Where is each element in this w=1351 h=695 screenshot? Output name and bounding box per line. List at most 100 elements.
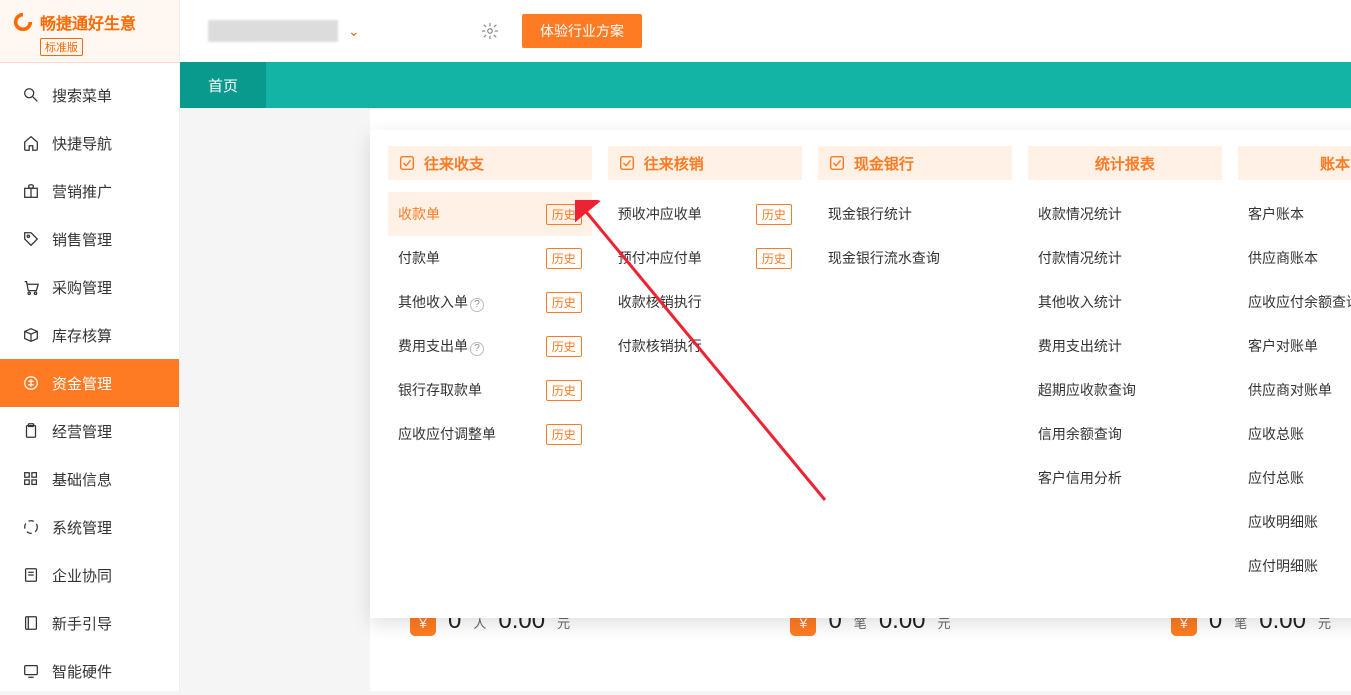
sidebar-item-9[interactable]: 系统管理 xyxy=(0,503,179,551)
menu-item-label: 供应商账本 xyxy=(1248,248,1318,268)
menu-item[interactable]: 客户信用分析 xyxy=(1028,456,1222,500)
menu-item[interactable]: 银行存取款单历史 xyxy=(388,368,592,412)
menu-item[interactable]: 其他收入单?历史 xyxy=(388,280,592,324)
sidebar-item-8[interactable]: 基础信息 xyxy=(0,455,179,503)
sidebar-item-label: 快捷导航 xyxy=(52,133,112,154)
book-icon xyxy=(22,614,40,632)
sidebar-item-7[interactable]: 经营管理 xyxy=(0,407,179,455)
menu-item[interactable]: 现金银行流水查询 xyxy=(818,236,1012,280)
menu-item[interactable]: 付款情况统计 xyxy=(1028,236,1222,280)
history-badge[interactable]: 历史 xyxy=(546,336,582,357)
sidebar-item-label: 基础信息 xyxy=(52,469,112,490)
menu-item-label: 客户信用分析 xyxy=(1038,468,1122,488)
sidebar-item-0[interactable]: 搜索菜单 xyxy=(0,71,179,119)
menu-item[interactable]: 其他收入统计 xyxy=(1028,280,1222,324)
menu-item-label: 现金银行统计 xyxy=(828,204,912,224)
tag-icon xyxy=(22,230,40,248)
box-icon xyxy=(22,326,40,344)
menu-item-label: 付款核销执行 xyxy=(618,336,702,356)
history-badge[interactable]: 历史 xyxy=(546,292,582,313)
history-badge[interactable]: 历史 xyxy=(546,204,582,225)
sidebar-item-12[interactable]: 智能硬件 xyxy=(0,647,179,695)
doc-icon xyxy=(22,566,40,584)
brand-logo-icon xyxy=(12,11,34,33)
sidebar-item-1[interactable]: 快捷导航 xyxy=(0,119,179,167)
history-badge[interactable]: 历史 xyxy=(546,248,582,269)
sidebar-item-6[interactable]: 资金管理 xyxy=(0,359,179,407)
history-badge[interactable]: 历史 xyxy=(756,248,792,269)
menu-item-label: 应收应付调整单 xyxy=(398,424,496,444)
menu-item[interactable]: 应收明细账 xyxy=(1238,500,1351,544)
grid-icon xyxy=(22,470,40,488)
chevron-down-icon: ⌄ xyxy=(348,23,360,40)
settings-button[interactable] xyxy=(476,17,504,45)
menu-item[interactable]: 现金银行统计 xyxy=(818,192,1012,236)
sidebar-item-label: 资金管理 xyxy=(52,373,112,394)
sidebar-item-4[interactable]: 采购管理 xyxy=(0,263,179,311)
column-title: 账本 xyxy=(1320,153,1350,174)
sidebar-item-3[interactable]: 销售管理 xyxy=(0,215,179,263)
history-badge[interactable]: 历史 xyxy=(546,424,582,445)
menu-item-label: 应收明细账 xyxy=(1248,512,1318,532)
menu-item-label: 付款单 xyxy=(398,248,440,268)
column-title: 现金银行 xyxy=(854,153,914,174)
sidebar-item-10[interactable]: 企业协同 xyxy=(0,551,179,599)
menu-item[interactable]: 信用余额查询 xyxy=(1028,412,1222,456)
column-head: 现金银行 xyxy=(818,146,1012,180)
menu-item-label: 现金银行流水查询 xyxy=(828,248,940,268)
menu-item-label: 信用余额查询 xyxy=(1038,424,1122,444)
industry-cta-button[interactable]: 体验行业方案 xyxy=(522,14,642,48)
sidebar-item-5[interactable]: 库存核算 xyxy=(0,311,179,359)
column-title: 往来核销 xyxy=(644,153,704,174)
sidebar-item-label: 销售管理 xyxy=(52,229,112,250)
sidebar-item-label: 经营管理 xyxy=(52,421,112,442)
clipboard-icon xyxy=(22,422,40,440)
menu-item-label: 应付明细账 xyxy=(1248,556,1318,576)
menu-item[interactable]: 客户账本 xyxy=(1238,192,1351,236)
sidebar-item-11[interactable]: 新手引导 xyxy=(0,599,179,647)
sidebar-item-label: 采购管理 xyxy=(52,277,112,298)
menu-item[interactable]: 收款单 历史 xyxy=(388,192,592,236)
sidebar-item-2[interactable]: 营销推广 xyxy=(0,167,179,215)
menu-item-label: 付款情况统计 xyxy=(1038,248,1122,268)
menu-item[interactable]: 付款核销执行 xyxy=(608,324,802,368)
menu-item[interactable]: 超期应收款查询 xyxy=(1028,368,1222,412)
menu-item-label: 应付总账 xyxy=(1248,468,1304,488)
finance-mega-menu: 往来收支收款单历史付款单历史其他收入单?历史费用支出单?历史银行存取款单历史应收… xyxy=(370,130,1351,618)
sidebar-item-label: 智能硬件 xyxy=(52,661,112,682)
column-head: 往来核销 xyxy=(608,146,802,180)
menu-item[interactable]: 应收应付余额查询 xyxy=(1238,280,1351,324)
menu-item[interactable]: 应收总账 xyxy=(1238,412,1351,456)
history-badge[interactable]: 历史 xyxy=(756,204,792,225)
tab-home[interactable]: 首页 xyxy=(180,62,266,108)
menu-item-label: 费用支出单? xyxy=(398,336,484,356)
mega-column-1: 往来核销预收冲应收单历史预付冲应付单历史收款核销执行付款核销执行 xyxy=(608,146,802,588)
column-icon xyxy=(828,154,846,172)
menu-item[interactable]: 客户对账单 xyxy=(1238,324,1351,368)
menu-item[interactable]: 预收冲应收单历史 xyxy=(608,192,802,236)
menu-item[interactable]: 收款情况统计 xyxy=(1028,192,1222,236)
history-badge[interactable]: 历史 xyxy=(546,380,582,401)
menu-item[interactable]: 供应商账本 xyxy=(1238,236,1351,280)
company-selector[interactable]: ⌄ xyxy=(198,14,458,48)
menu-item[interactable]: 收款核销执行 xyxy=(608,280,802,324)
column-head: 往来收支 xyxy=(388,146,592,180)
menu-item-label: 收款单 xyxy=(398,204,440,224)
menu-item-label: 超期应收款查询 xyxy=(1038,380,1136,400)
menu-item[interactable]: 费用支出单? 历史 xyxy=(388,324,592,368)
help-icon[interactable]: ? xyxy=(470,342,484,356)
menu-item[interactable]: 应付明细账 xyxy=(1238,544,1351,588)
tv-icon xyxy=(22,662,40,680)
menu-item[interactable]: 供应商对账单 xyxy=(1238,368,1351,412)
menu-item[interactable]: 付款单 历史 xyxy=(388,236,592,280)
menu-item[interactable]: 费用支出统计 xyxy=(1028,324,1222,368)
menu-item[interactable]: 应付总账 xyxy=(1238,456,1351,500)
help-icon[interactable]: ? xyxy=(470,298,484,312)
menu-item-label: 供应商对账单 xyxy=(1248,380,1332,400)
mega-column-3: 统计报表收款情况统计付款情况统计其他收入统计费用支出统计超期应收款查询信用余额查… xyxy=(1028,146,1222,588)
search-icon xyxy=(22,86,40,104)
column-icon xyxy=(398,154,416,172)
menu-item[interactable]: 应收应付调整单 历史 xyxy=(388,412,592,456)
sidebar-item-label: 搜索菜单 xyxy=(52,85,112,106)
menu-item[interactable]: 预付冲应付单历史 xyxy=(608,236,802,280)
